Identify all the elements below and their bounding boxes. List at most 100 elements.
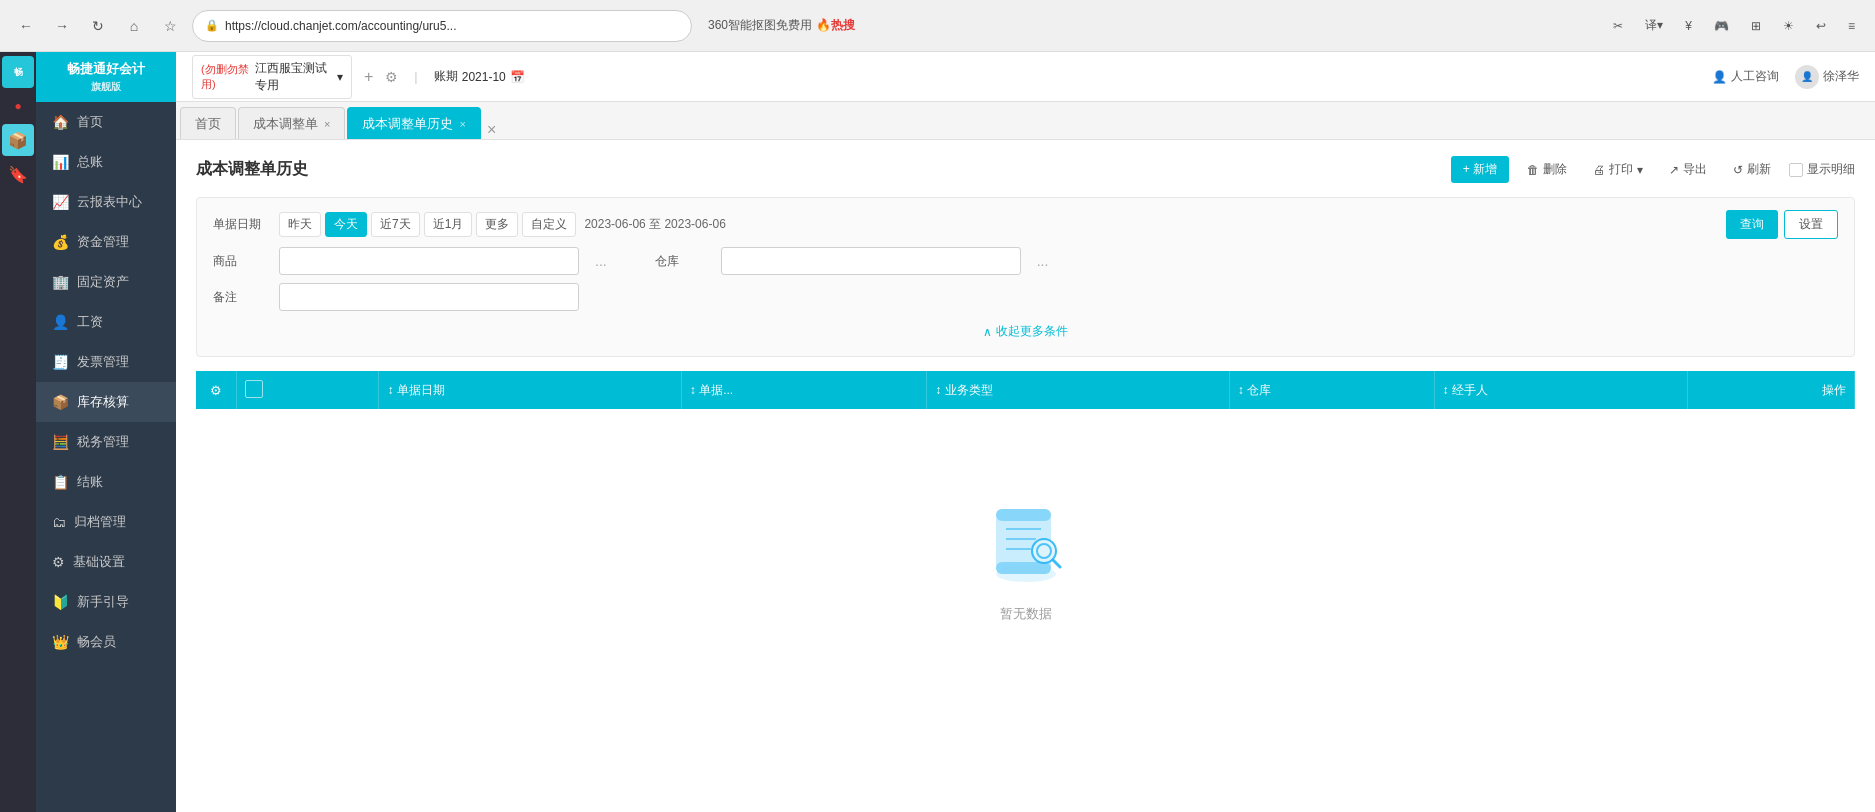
svg-line-9 bbox=[1053, 560, 1060, 567]
sidebar-item-inventory[interactable]: 📦 库存核算 bbox=[36, 382, 176, 422]
export-button[interactable]: ↗ 导出 bbox=[1661, 157, 1715, 182]
translate-tool[interactable]: 译▾ bbox=[1637, 13, 1671, 38]
goods-filter-input[interactable] bbox=[279, 247, 579, 275]
brightness-tool[interactable]: ☀ bbox=[1775, 15, 1802, 37]
back-button[interactable]: ← bbox=[12, 12, 40, 40]
warehouse-filter-input[interactable] bbox=[721, 247, 1021, 275]
refresh-button[interactable]: ↻ bbox=[84, 12, 112, 40]
new-button[interactable]: + 新增 bbox=[1451, 156, 1509, 183]
sidebar-logo: 畅捷通好会计 旗舰版 bbox=[36, 52, 176, 102]
scissors-tool[interactable]: ✂ bbox=[1605, 15, 1631, 37]
tab-cost-adjust-close[interactable]: × bbox=[324, 118, 330, 130]
note-filter-input[interactable] bbox=[279, 283, 579, 311]
query-button[interactable]: 查询 bbox=[1726, 210, 1778, 239]
date-btn-custom[interactable]: 自定义 bbox=[522, 212, 576, 237]
col-checkbox-header[interactable] bbox=[237, 371, 379, 409]
grid-tool[interactable]: ⊞ bbox=[1743, 15, 1769, 37]
menu-tool[interactable]: ≡ bbox=[1840, 15, 1863, 37]
settings-icon: ⚙ bbox=[52, 554, 65, 570]
export-button-label: 导出 bbox=[1683, 161, 1707, 178]
date-btn-1month[interactable]: 近1月 bbox=[424, 212, 473, 237]
refresh-button-label: 刷新 bbox=[1747, 161, 1771, 178]
sidebar-item-invoice[interactable]: 🧾 发票管理 bbox=[36, 342, 176, 382]
browser-right-tools: ✂ 译▾ ¥ 🎮 ⊞ ☀ ↩ ≡ bbox=[1605, 13, 1863, 38]
date-btn-more[interactable]: 更多 bbox=[476, 212, 518, 237]
tab-home[interactable]: 首页 bbox=[180, 107, 236, 139]
membership-icon: 👑 bbox=[52, 634, 69, 650]
user-profile-button[interactable]: 👤 徐泽华 bbox=[1795, 65, 1859, 89]
undo-tool[interactable]: ↩ bbox=[1808, 15, 1834, 37]
settings-header-button[interactable]: ⚙ bbox=[385, 69, 398, 85]
sidebar-label-closing: 结账 bbox=[77, 473, 103, 491]
sidebar-item-payroll[interactable]: 👤 工资 bbox=[36, 302, 176, 342]
sidebar-item-guide[interactable]: 🔰 新手引导 bbox=[36, 582, 176, 622]
display-toggle: 显示明细 bbox=[1789, 161, 1855, 178]
game-tool[interactable]: 🎮 bbox=[1706, 15, 1737, 37]
date-btn-today[interactable]: 今天 bbox=[325, 212, 367, 237]
sidebar-icon-2[interactable]: 📦 bbox=[2, 124, 34, 156]
date-filter-buttons: 昨天 今天 近7天 近1月 更多 自定义 2023-06-06 至 2023-0… bbox=[279, 212, 726, 237]
wallet-tool[interactable]: ¥ bbox=[1677, 15, 1700, 37]
filter-row-goods: 商品 ... 仓库 ... bbox=[213, 247, 1838, 275]
sidebar-item-ledger[interactable]: 📊 总账 bbox=[36, 142, 176, 182]
sidebar-label-archive: 归档管理 bbox=[74, 513, 126, 531]
company-selector[interactable]: (勿删勿禁用) 江西服宝测试专用 ▾ bbox=[192, 55, 352, 99]
home-button[interactable]: ⌂ bbox=[120, 12, 148, 40]
close-all-tabs-button[interactable]: × bbox=[487, 121, 496, 139]
display-toggle-checkbox[interactable] bbox=[1789, 163, 1803, 177]
filter-settings-button[interactable]: 设置 bbox=[1784, 210, 1838, 239]
add-company-button[interactable]: + bbox=[364, 68, 373, 86]
logo-main-text: 畅捷通好会计 bbox=[67, 60, 145, 78]
col-number-header[interactable]: ↕ 单据... bbox=[681, 371, 926, 409]
sidebar-label-settings: 基础设置 bbox=[73, 553, 125, 571]
address-bar[interactable]: 🔒 https://cloud.chanjet.com/accounting/u… bbox=[192, 10, 692, 42]
reports-icon: 📈 bbox=[52, 194, 69, 210]
warehouse-dots[interactable]: ... bbox=[1037, 253, 1049, 269]
home-icon: 🏠 bbox=[52, 114, 69, 130]
print-button[interactable]: 🖨 打印 ▾ bbox=[1585, 157, 1651, 182]
col-biztype-label: ↕ 业务类型 bbox=[935, 383, 992, 397]
sidebar-item-tax[interactable]: 🧮 税务管理 bbox=[36, 422, 176, 462]
sidebar-item-reports[interactable]: 📈 云报表中心 bbox=[36, 182, 176, 222]
select-all-checkbox[interactable] bbox=[245, 380, 263, 398]
tab-cost-history[interactable]: 成本调整单历史 × bbox=[347, 107, 480, 139]
browser-chrome: ← → ↻ ⌂ ☆ 🔒 https://cloud.chanjet.com/ac… bbox=[0, 0, 1875, 52]
sidebar-icon-3[interactable]: 🔖 bbox=[2, 158, 34, 190]
tab-cost-adjust[interactable]: 成本调整单 × bbox=[238, 107, 345, 139]
date-btn-7days[interactable]: 近7天 bbox=[371, 212, 420, 237]
sidebar-icon-1[interactable]: ● bbox=[2, 90, 34, 122]
sidebar: 畅捷通好会计 旗舰版 🏠 首页 📊 总账 📈 云报表中心 💰 资金管理 🏢 固定… bbox=[36, 52, 176, 812]
content-area: 成本调整单历史 + 新增 🗑 删除 🖨 打印 ▾ ↗ bbox=[176, 140, 1875, 812]
date-btn-yesterday[interactable]: 昨天 bbox=[279, 212, 321, 237]
sidebar-label-assets: 固定资产 bbox=[77, 273, 129, 291]
refresh-button[interactable]: ↺ 刷新 bbox=[1725, 157, 1779, 182]
sidebar-item-archive[interactable]: 🗂 归档管理 bbox=[36, 502, 176, 542]
user-avatar: 👤 bbox=[1795, 65, 1819, 89]
col-date-label: ↕ 单据日期 bbox=[387, 383, 444, 397]
assets-icon: 🏢 bbox=[52, 274, 69, 290]
empty-icon bbox=[976, 489, 1076, 589]
sidebar-item-assets[interactable]: 🏢 固定资产 bbox=[36, 262, 176, 302]
col-warehouse-header[interactable]: ↕ 仓库 bbox=[1229, 371, 1434, 409]
sidebar-item-funds[interactable]: 💰 资金管理 bbox=[36, 222, 176, 262]
company-name: 江西服宝测试专用 bbox=[255, 60, 333, 94]
sidebar-label-ledger: 总账 bbox=[77, 153, 103, 171]
col-date-header[interactable]: ↕ 单据日期 bbox=[379, 371, 681, 409]
tab-cost-history-close[interactable]: × bbox=[459, 118, 465, 130]
goods-dots[interactable]: ... bbox=[595, 253, 607, 269]
sidebar-item-home[interactable]: 🏠 首页 bbox=[36, 102, 176, 142]
star-button[interactable]: ☆ bbox=[156, 12, 184, 40]
sidebar-item-membership[interactable]: 👑 畅会员 bbox=[36, 622, 176, 662]
sidebar-item-settings[interactable]: ⚙ 基础设置 bbox=[36, 542, 176, 582]
period-value: 2021-10 bbox=[462, 70, 506, 84]
sidebar-item-closing[interactable]: 📋 结账 bbox=[36, 462, 176, 502]
forward-button[interactable]: → bbox=[48, 12, 76, 40]
col-biztype-header[interactable]: ↕ 业务类型 bbox=[927, 371, 1229, 409]
col-handler-header[interactable]: ↕ 经手人 bbox=[1434, 371, 1688, 409]
table-settings-button[interactable]: ⚙ bbox=[204, 378, 228, 402]
service-button[interactable]: 👤 人工咨询 bbox=[1712, 68, 1779, 85]
col-settings-header[interactable]: ⚙ bbox=[196, 371, 237, 409]
delete-button[interactable]: 🗑 删除 bbox=[1519, 157, 1575, 182]
collapse-button[interactable]: ∧ 收起更多条件 bbox=[971, 319, 1080, 344]
new-button-label: + 新增 bbox=[1463, 161, 1497, 178]
